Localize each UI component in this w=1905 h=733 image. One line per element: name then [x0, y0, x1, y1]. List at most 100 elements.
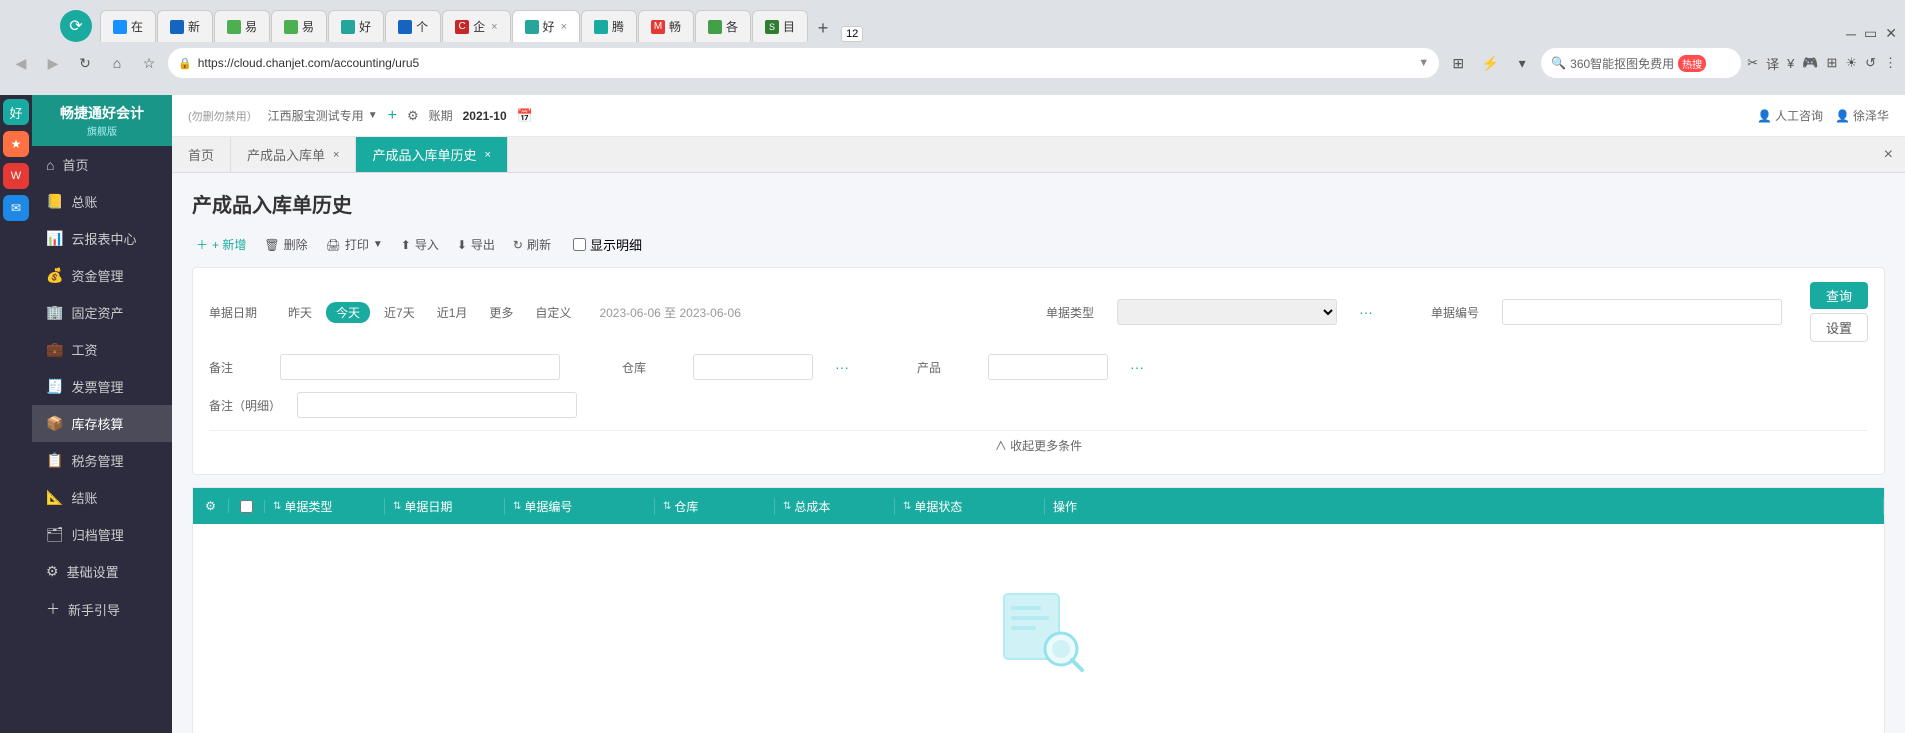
- note-filter-input[interactable]: [280, 354, 560, 380]
- refresh-btn[interactable]: ↻ 刷新: [509, 234, 555, 255]
- sidebar-item-home[interactable]: ⌂ 首页: [32, 146, 172, 183]
- new-tab-button[interactable]: +: [809, 14, 837, 42]
- translate-icon[interactable]: 译: [1766, 54, 1779, 73]
- sidebar-item-ledger[interactable]: 📒 总账: [32, 183, 172, 220]
- show-detail-check[interactable]: 显示明细: [573, 235, 642, 254]
- home-btn[interactable]: ⌂: [104, 50, 130, 76]
- company-selector[interactable]: 江西服宝测试专用 ▼: [268, 107, 378, 124]
- forward-btn[interactable]: ▶: [40, 50, 66, 76]
- tab-list[interactable]: 产成品入库单 ×: [231, 137, 356, 172]
- sidebar-item-more[interactable]: ＋ 新手引导: [32, 590, 172, 628]
- new-btn[interactable]: ＋ + 新增: [192, 234, 250, 255]
- tab-homepage[interactable]: 首页: [172, 137, 231, 172]
- app-icon-main[interactable]: 好: [3, 99, 29, 125]
- back-btn[interactable]: ◀: [8, 50, 34, 76]
- th-check[interactable]: [229, 500, 265, 513]
- tab-12[interactable]: S 目: [752, 10, 808, 42]
- search-bar[interactable]: 🔍 360智能抠图免费用 热搜: [1541, 48, 1741, 78]
- grid-menu-btn[interactable]: ⊞: [1445, 50, 1471, 76]
- tab-3[interactable]: 易: [214, 10, 270, 42]
- sun-icon[interactable]: ☀: [1845, 55, 1857, 71]
- company-settings-btn[interactable]: ⚙: [407, 108, 419, 124]
- export-btn[interactable]: ⬇ 导出: [453, 234, 499, 255]
- th-type[interactable]: ⇅ 单据类型: [265, 498, 385, 515]
- note-filter-label: 备注: [209, 359, 264, 376]
- sidebar-item-tax[interactable]: 📋 税务管理: [32, 442, 172, 479]
- tab-8-active[interactable]: 好 ×: [512, 10, 580, 42]
- sidebar-item-report[interactable]: 📊 云报表中心: [32, 220, 172, 257]
- new-icon: ＋: [196, 236, 208, 253]
- th-number[interactable]: ⇅ 单据编号: [505, 498, 655, 515]
- collapse-bar[interactable]: ∧ 收起更多条件: [209, 430, 1868, 460]
- layout-icon[interactable]: ⊞: [1827, 55, 1838, 71]
- settings-icon[interactable]: ⋮: [1884, 55, 1897, 71]
- app-icon-mail[interactable]: ✉: [3, 195, 29, 221]
- th-total[interactable]: ⇅ 总成本: [775, 498, 895, 515]
- bookmark-btn[interactable]: ☆: [136, 50, 162, 76]
- service-btn[interactable]: 👤 人工咨询: [1757, 107, 1823, 124]
- tab-1[interactable]: 在: [100, 10, 156, 42]
- sidebar-item-fund[interactable]: 💰 资金管理: [32, 257, 172, 294]
- sidebar-item-asset[interactable]: 🏢 固定资产: [32, 294, 172, 331]
- maximize-btn[interactable]: ▭: [1864, 25, 1877, 42]
- undo-icon[interactable]: ↺: [1865, 55, 1876, 71]
- th-warehouse[interactable]: ⇅ 仓库: [655, 498, 775, 515]
- refresh-btn[interactable]: ↻: [72, 50, 98, 76]
- tab-history[interactable]: 产成品入库单历史 ×: [356, 137, 507, 172]
- print-dropdown[interactable]: ▼: [373, 239, 383, 250]
- delete-btn[interactable]: 🗑 删除: [260, 234, 311, 255]
- detail-note-input[interactable]: [297, 392, 577, 418]
- tab-11[interactable]: 各: [695, 10, 751, 42]
- scissors-icon[interactable]: ✂: [1747, 55, 1758, 71]
- tab-4[interactable]: 易: [271, 10, 327, 42]
- date-btn-7days[interactable]: 近7天: [376, 302, 423, 323]
- tab-10[interactable]: M 畅: [638, 10, 694, 42]
- sidebar-item-invoice[interactable]: 🧾 发票管理: [32, 368, 172, 405]
- user-avatar[interactable]: 👤 徐泽华: [1835, 107, 1889, 124]
- number-filter-input[interactable]: [1502, 299, 1782, 325]
- lightning-btn[interactable]: ⚡: [1477, 50, 1503, 76]
- setting-button[interactable]: 设置: [1810, 313, 1868, 342]
- app-icon-2[interactable]: ★: [3, 131, 29, 157]
- sidebar-item-settle[interactable]: 📐 结账: [32, 479, 172, 516]
- tab-list-close[interactable]: ×: [333, 149, 339, 161]
- period-calendar-icon[interactable]: 📅: [517, 108, 533, 124]
- add-company-btn[interactable]: +: [388, 107, 397, 125]
- import-btn[interactable]: ⬆ 导入: [397, 234, 443, 255]
- more-btn[interactable]: ▾: [1509, 50, 1535, 76]
- date-btn-more[interactable]: 更多: [481, 302, 521, 323]
- date-btn-yesterday[interactable]: 昨天: [280, 302, 320, 323]
- url-bar[interactable]: 🔒 https://cloud.chanjet.com/accounting/u…: [168, 48, 1439, 78]
- tab-9[interactable]: 腾: [581, 10, 637, 42]
- select-all-checkbox[interactable]: [240, 500, 253, 513]
- product-filter-input[interactable]: [988, 354, 1108, 380]
- th-status[interactable]: ⇅ 单据状态: [895, 498, 1045, 515]
- date-btn-custom[interactable]: 自定义: [527, 302, 579, 323]
- date-btn-1month[interactable]: 近1月: [429, 302, 476, 323]
- close-btn[interactable]: ✕: [1885, 25, 1897, 42]
- sidebar-item-wage[interactable]: 💼 工资: [32, 331, 172, 368]
- minimize-btn[interactable]: ─: [1846, 26, 1856, 42]
- tab-7[interactable]: C 企 ×: [442, 10, 510, 42]
- print-btn[interactable]: 🖨 打印 ▼: [322, 234, 387, 255]
- tab-6[interactable]: 个: [385, 10, 441, 42]
- tab-5[interactable]: 好: [328, 10, 384, 42]
- tab-history-close[interactable]: ×: [484, 149, 490, 161]
- type-filter-select[interactable]: [1117, 299, 1337, 325]
- th-gear[interactable]: ⚙: [193, 499, 229, 513]
- dropdown-icon[interactable]: ▼: [1418, 57, 1429, 69]
- sidebar-label-asset: 固定资产: [71, 303, 123, 322]
- panel-close-btn[interactable]: ×: [1880, 142, 1897, 168]
- app-icon-weibo[interactable]: W: [3, 163, 29, 189]
- currency-icon[interactable]: ¥: [1787, 56, 1794, 71]
- warehouse-filter-input[interactable]: [693, 354, 813, 380]
- query-button[interactable]: 查询: [1810, 282, 1868, 309]
- sidebar-item-basic[interactable]: ⚙ 基础设置: [32, 553, 172, 590]
- sidebar-item-inventory[interactable]: 📦 库存核算: [32, 405, 172, 442]
- sidebar-item-archive[interactable]: 🗂 归档管理: [32, 516, 172, 553]
- th-date[interactable]: ⇅ 单据日期: [385, 498, 505, 515]
- date-btn-today[interactable]: 今天: [326, 302, 370, 323]
- game-icon[interactable]: 🎮: [1802, 55, 1818, 71]
- tab-2[interactable]: 新: [157, 10, 213, 42]
- show-detail-checkbox[interactable]: [573, 238, 586, 251]
